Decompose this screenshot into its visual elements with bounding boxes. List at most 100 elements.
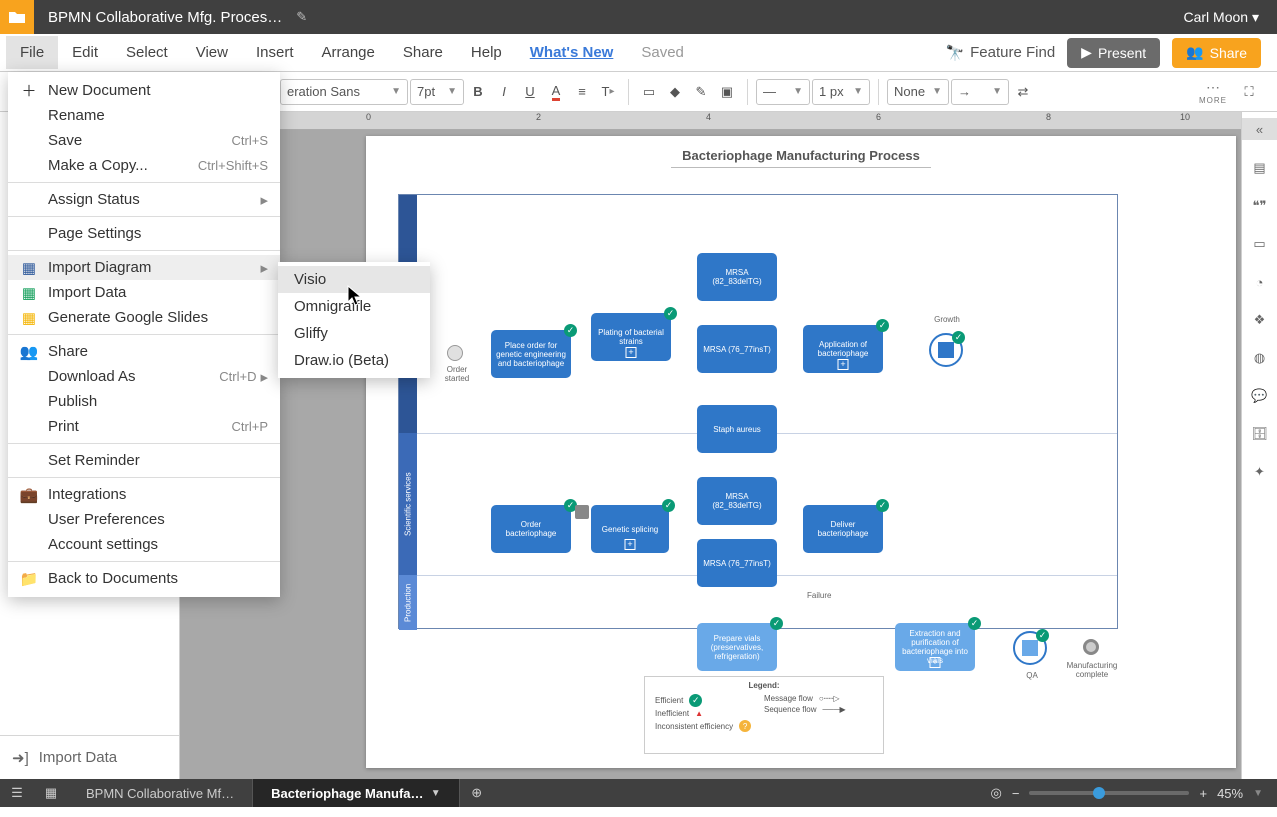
bpmn-task[interactable]: Staph aureus xyxy=(697,405,777,453)
start-event[interactable] xyxy=(447,345,463,361)
connector-flip-icon[interactable]: ⇄ xyxy=(1011,80,1035,104)
import-data-button[interactable]: ➜] Import Data xyxy=(0,735,179,779)
grid-view-icon[interactable]: ▦ xyxy=(34,785,68,801)
font-picker[interactable]: eration Sans▼ xyxy=(280,79,408,105)
arrow-start-picker[interactable]: None▼ xyxy=(887,79,949,105)
fullscreen-icon[interactable]: ⛶ xyxy=(1237,80,1261,104)
page-icon[interactable]: ▤ xyxy=(1250,158,1270,178)
bpmn-task[interactable]: Application of bacteriophage✓+ xyxy=(803,325,883,373)
cycle-event[interactable]: ✓ xyxy=(1013,631,1047,665)
menu-generate-slides[interactable]: ▦Generate Google Slides xyxy=(8,305,280,330)
end-event[interactable] xyxy=(1083,639,1099,655)
menu-share-doc[interactable]: 👥Share xyxy=(8,339,280,364)
bpmn-task[interactable]: Prepare vials (preservatives, refrigerat… xyxy=(697,623,777,671)
document-title[interactable]: BPMN Collaborative Mfg. Proces… xyxy=(48,9,282,26)
bpmn-task[interactable]: MRSA (82_83delTG) xyxy=(697,477,777,525)
bpmn-task[interactable]: Order bacteriophage✓ xyxy=(491,505,571,553)
zoom-reset-icon[interactable]: ◎ xyxy=(991,785,1002,801)
share-button[interactable]: 👥 Share xyxy=(1172,38,1261,68)
menu-new-document[interactable]: ＋New Document xyxy=(8,78,280,103)
zoom-value[interactable]: 45% xyxy=(1217,786,1243,801)
submenu-omnigraffle[interactable]: Omnigraffle xyxy=(278,293,430,320)
chat-icon[interactable]: 💬 xyxy=(1250,386,1270,406)
text-options-icon[interactable]: T▸ xyxy=(596,80,620,104)
canvas-page[interactable]: Bacteriophage Manufacturing Process Lab … xyxy=(366,136,1236,768)
bpmn-task[interactable]: MRSA (76_77insT) xyxy=(697,539,777,587)
align-icon[interactable]: ≡ xyxy=(570,80,594,104)
add-page-icon[interactable]: ⊕ xyxy=(460,785,494,801)
font-size-picker[interactable]: 7pt▼ xyxy=(410,79,464,105)
menu-download-as[interactable]: Download AsCtrl+D▸ xyxy=(8,364,280,389)
menu-back-to-docs[interactable]: 📁Back to Documents xyxy=(8,566,280,591)
data-icon[interactable]: 🗄 xyxy=(1250,424,1270,444)
menu-account-settings[interactable]: Account settings xyxy=(8,532,280,557)
lane-header[interactable]: Production xyxy=(399,575,417,630)
rename-pencil-icon[interactable]: ✎ xyxy=(296,9,307,25)
menu-import-data[interactable]: ▦Import Data xyxy=(8,280,280,305)
zoom-out-icon[interactable]: − xyxy=(1012,786,1020,801)
fill-color-icon[interactable]: ▭ xyxy=(637,80,661,104)
menu-file[interactable]: File xyxy=(6,36,58,69)
menu-assign-status[interactable]: Assign Status▸ xyxy=(8,187,280,212)
menu-integrations[interactable]: 💼Integrations xyxy=(8,482,280,507)
zoom-slider[interactable] xyxy=(1029,791,1189,795)
menu-insert[interactable]: Insert xyxy=(242,36,308,69)
submenu-gliffy[interactable]: Gliffy xyxy=(278,320,430,347)
menu-edit[interactable]: Edit xyxy=(58,36,112,69)
lane-header[interactable]: Scientific services xyxy=(399,433,417,575)
magic-icon[interactable]: ✦ xyxy=(1250,462,1270,482)
italic-icon[interactable]: I xyxy=(492,80,516,104)
submenu-drawio[interactable]: Draw.io (Beta) xyxy=(278,347,430,374)
menu-arrange[interactable]: Arrange xyxy=(308,36,389,69)
menu-page-settings[interactable]: Page Settings xyxy=(8,221,280,246)
zoom-in-icon[interactable]: + xyxy=(1199,786,1207,801)
submenu-visio[interactable]: Visio xyxy=(278,266,430,293)
underline-icon[interactable]: U xyxy=(518,80,542,104)
feature-find[interactable]: 🔭 Feature Find xyxy=(945,44,1055,62)
line-style-picker[interactable]: — ▼ xyxy=(756,79,810,105)
bpmn-task[interactable]: MRSA (82_83delTG) xyxy=(697,253,777,301)
menu-set-reminder[interactable]: Set Reminder xyxy=(8,448,280,473)
bpmn-pool[interactable]: Lab Group A Scientific services Producti… xyxy=(398,194,1118,629)
history-icon[interactable]: ◔ xyxy=(1250,272,1270,292)
page-tab[interactable]: BPMN Collaborative Mf… xyxy=(68,779,253,807)
zoom-menu-caret[interactable]: ▼ xyxy=(1253,788,1263,799)
bpmn-task[interactable]: Place order for genetic engineering and … xyxy=(491,330,571,378)
menu-help[interactable]: Help xyxy=(457,36,516,69)
menu-save[interactable]: SaveCtrl+S xyxy=(8,128,280,153)
menu-print[interactable]: PrintCtrl+P xyxy=(8,414,280,439)
menu-import-diagram[interactable]: ▦Import Diagram▸ xyxy=(8,255,280,280)
border-color-icon[interactable]: ✎ xyxy=(689,80,713,104)
collapse-dock-icon[interactable]: « xyxy=(1242,118,1277,140)
bpmn-task[interactable]: MRSA (76_77insT) xyxy=(697,325,777,373)
folder-icon[interactable] xyxy=(0,0,34,34)
bold-icon[interactable]: B xyxy=(466,80,490,104)
text-color-icon[interactable]: A xyxy=(544,80,568,104)
bpmn-task[interactable]: Deliver bacteriophage✓ xyxy=(803,505,883,553)
presentation-icon[interactable]: ▭ xyxy=(1250,234,1270,254)
bpmn-task[interactable]: Plating of bacterial strains✓+ xyxy=(591,313,671,361)
menu-share[interactable]: Share xyxy=(389,36,457,69)
paint-icon[interactable]: ◍ xyxy=(1250,348,1270,368)
canvas[interactable]: 0 2 4 6 8 10 Bacteriophage Manufacturing… xyxy=(180,112,1241,779)
menu-rename[interactable]: Rename xyxy=(8,103,280,128)
note-icon[interactable] xyxy=(575,505,589,519)
user-menu[interactable]: Carl Moon ▾ xyxy=(1166,9,1277,26)
outline-view-icon[interactable]: ☰ xyxy=(0,785,34,801)
comment-icon[interactable]: ❝❞ xyxy=(1250,196,1270,216)
cycle-event[interactable]: ✓ xyxy=(929,333,963,367)
more-tools[interactable]: ⋯ MORE xyxy=(1199,79,1227,105)
shape-style-icon[interactable]: ▣ xyxy=(715,80,739,104)
present-button[interactable]: ▶ Present xyxy=(1067,38,1160,68)
menu-user-prefs[interactable]: User Preferences xyxy=(8,507,280,532)
layers-icon[interactable]: ❖ xyxy=(1250,310,1270,330)
bpmn-task[interactable]: Genetic splicing✓+ xyxy=(591,505,669,553)
page-tab[interactable]: Bacteriophage Manufa… ▼ xyxy=(253,779,460,807)
menu-whats-new[interactable]: What's New xyxy=(516,36,628,69)
menu-select[interactable]: Select xyxy=(112,36,182,69)
menu-make-copy[interactable]: Make a Copy...Ctrl+Shift+S xyxy=(8,153,280,178)
bucket-icon[interactable]: ◆ xyxy=(663,80,687,104)
menu-view[interactable]: View xyxy=(182,36,242,69)
line-width-picker[interactable]: 1 px▼ xyxy=(812,79,870,105)
menu-publish[interactable]: Publish xyxy=(8,389,280,414)
